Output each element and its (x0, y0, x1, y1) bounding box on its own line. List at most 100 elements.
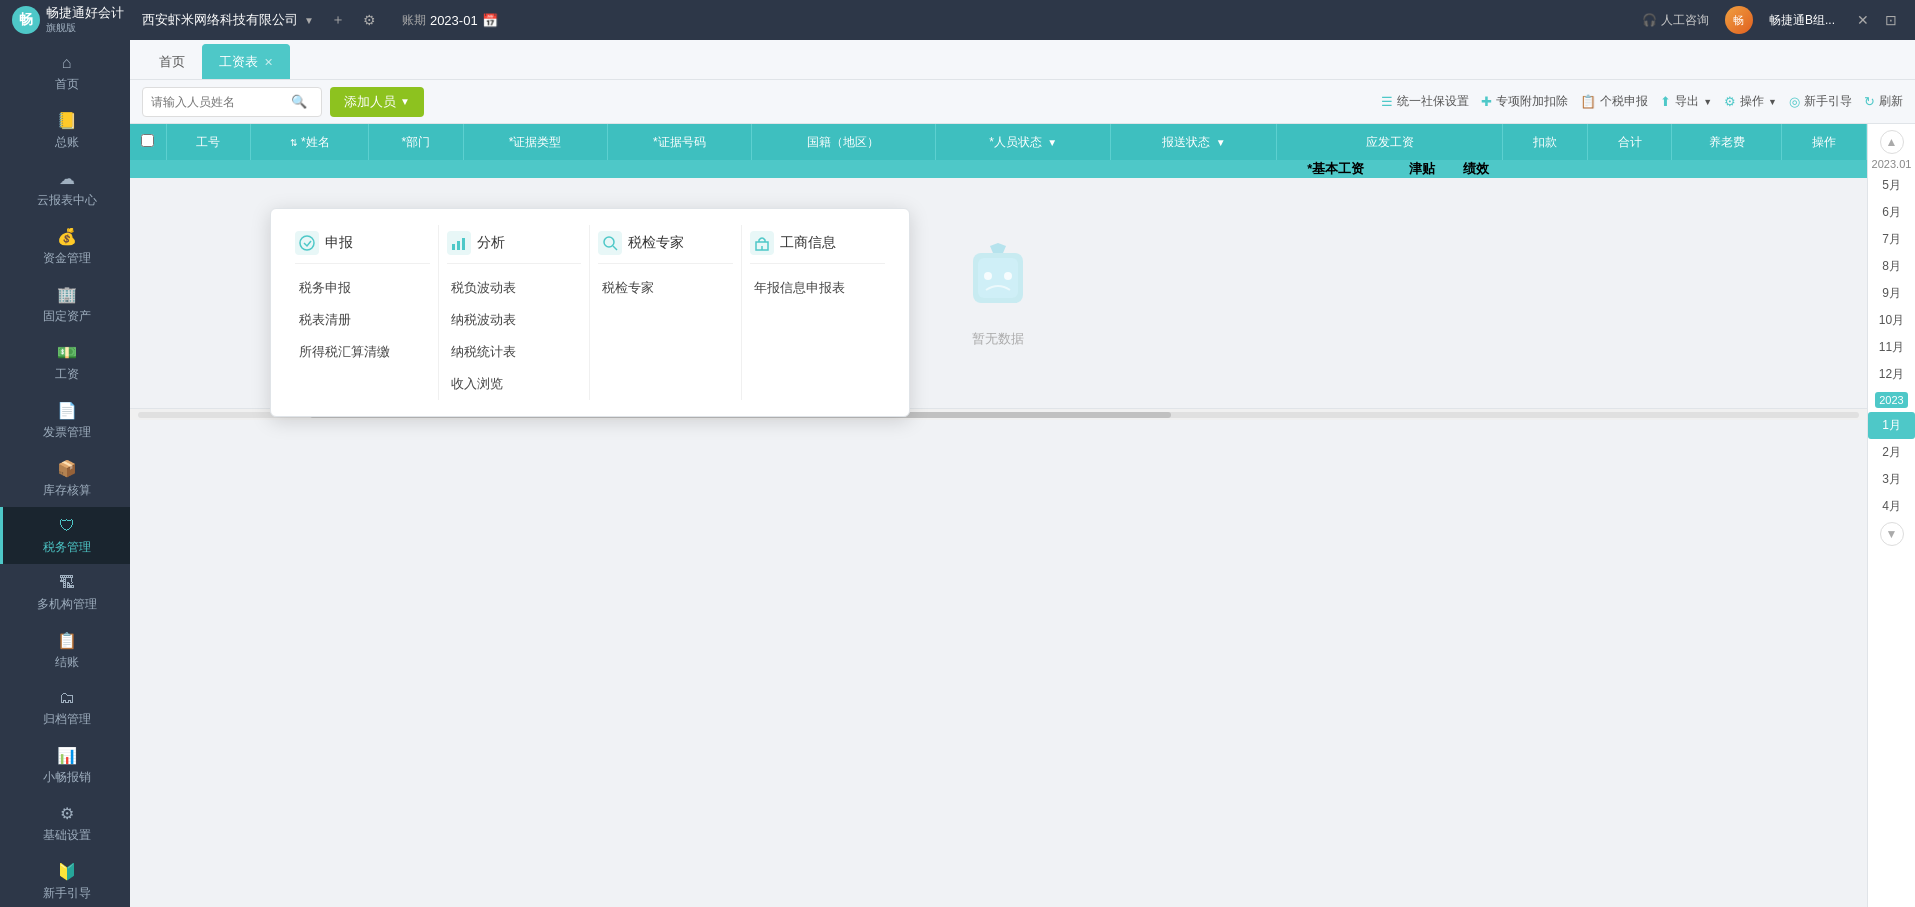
company-selector[interactable]: 西安虾米网络科技有限公司 ▼ (142, 11, 314, 29)
th-allowance: 津贴 (1395, 160, 1449, 178)
report-status-filter-icon[interactable]: ▼ (1216, 137, 1226, 148)
th-performance: 绩效 (1449, 160, 1503, 178)
guide-btn[interactable]: ◎ 新手引导 (1789, 93, 1852, 110)
add-person-button[interactable]: 添加人员 ▼ (330, 87, 424, 117)
guide-icon: 🔰 (57, 862, 77, 881)
empty-text: 暂无数据 (972, 330, 1024, 348)
th-pension: 养老费 (1672, 124, 1782, 160)
toolbar-actions: ☰ 统一社保设置 ✚ 专项附加扣除 📋 个税申报 ⬆ 导出 ▼ ⚙ (1381, 93, 1903, 110)
sidebar-label-assets: 固定资产 (43, 308, 91, 325)
sidebar-item-assets[interactable]: 🏢 固定资产 (0, 275, 130, 333)
timeline-down-icon[interactable]: ▼ (1880, 522, 1904, 546)
tax-return-btn[interactable]: 📋 个税申报 (1580, 93, 1648, 110)
declaration-header-label: 申报 (325, 234, 353, 252)
main-layout: ⌂ 首页 📒 总账 ☁ 云报表中心 💰 资金管理 🏢 固定资产 💵 工资 📄 发… (0, 40, 1915, 907)
th-person-status: *人员状态 ▼ (935, 124, 1111, 160)
timeline-up-icon[interactable]: ▲ (1880, 130, 1904, 154)
logo: 畅 畅捷通好会计 旗舰版 (12, 5, 142, 35)
dropdown-item-income-calc[interactable]: 所得税汇算清缴 (295, 336, 430, 368)
sidebar-item-guide[interactable]: 🔰 新手引导 (0, 852, 130, 907)
tab-close-icon[interactable]: ✕ (264, 56, 273, 69)
dropdown-col-tax-expert: 税检专家 税检专家 (590, 225, 742, 400)
app-name: 畅捷通好会计 (46, 5, 124, 21)
sidebar-item-tax[interactable]: 🛡 税务管理 (0, 507, 130, 564)
person-status-filter-icon[interactable]: ▼ (1047, 137, 1057, 148)
sidebar-item-close[interactable]: 📋 结账 (0, 621, 130, 679)
search-wrap: 🔍 (142, 87, 322, 117)
timeline-month-12[interactable]: 12月 (1868, 361, 1915, 388)
social-label: 统一社保设置 (1397, 93, 1469, 110)
search-input[interactable] (151, 95, 291, 109)
th-sub-spacer (130, 160, 1277, 178)
select-all-checkbox[interactable] (141, 134, 154, 147)
sidebar-item-ledger[interactable]: 📒 总账 (0, 101, 130, 159)
headset-icon: 🎧 (1642, 13, 1657, 27)
timeline-month-4[interactable]: 4月 (1868, 493, 1915, 520)
sidebar-item-xiao[interactable]: 📊 小畅报销 (0, 736, 130, 794)
social-settings-btn[interactable]: ☰ 统一社保设置 (1381, 93, 1469, 110)
sidebar-label-invoice: 发票管理 (43, 424, 91, 441)
sidebar-label-ledger: 总账 (55, 134, 79, 151)
service-btn[interactable]: 🎧 人工咨询 (1642, 12, 1709, 29)
maximize-window-icon[interactable]: ⊡ (1879, 10, 1903, 30)
timeline-month-5[interactable]: 5月 (1868, 172, 1915, 199)
period-value: 2023-01 (430, 13, 478, 28)
sidebar-item-payroll[interactable]: 💵 工资 (0, 333, 130, 391)
sidebar-item-cloud[interactable]: ☁ 云报表中心 (0, 159, 130, 217)
add-company-icon[interactable]: ＋ (326, 8, 350, 32)
calendar-icon[interactable]: 📅 (482, 13, 498, 28)
timeline-month-7[interactable]: 7月 (1868, 226, 1915, 253)
dropdown-header-declaration: 申报 (295, 225, 430, 264)
th-id-number: *证据号码 (607, 124, 751, 160)
timeline-month-6[interactable]: 6月 (1868, 199, 1915, 226)
sidebar-item-settings[interactable]: ⚙ 基础设置 (0, 794, 130, 852)
settings-icon[interactable]: ⚙ (358, 8, 382, 32)
timeline-year-2023-top: 2023.01 (1872, 156, 1912, 172)
sidebar-item-inventory[interactable]: 📦 库存核算 (0, 449, 130, 507)
operate-btn[interactable]: ⚙ 操作 ▼ (1724, 93, 1777, 110)
th-payable-wages: 应发工资 (1277, 124, 1503, 160)
sidebar-item-archive[interactable]: 🗂 归档管理 (0, 679, 130, 736)
period-label: 账期 (402, 12, 426, 29)
svg-rect-8 (462, 238, 465, 250)
close-window-icon[interactable]: ✕ (1851, 10, 1875, 30)
sidebar-item-home[interactable]: ⌂ 首页 (0, 44, 130, 101)
dropdown-item-tax-declaration[interactable]: 税务申报 (295, 272, 430, 304)
sidebar-item-multi[interactable]: 🏗 多机构管理 (0, 564, 130, 621)
timeline-month-9[interactable]: 9月 (1868, 280, 1915, 307)
dropdown-item-vat-wave[interactable]: 纳税波动表 (447, 304, 582, 336)
timeline-month-11[interactable]: 11月 (1868, 334, 1915, 361)
special-deduct-btn[interactable]: ✚ 专项附加扣除 (1481, 93, 1568, 110)
dropdown-item-tax-table[interactable]: 税表清册 (295, 304, 430, 336)
tab-payroll-label: 工资表 (219, 53, 258, 71)
user-avatar: 畅 (1725, 6, 1753, 34)
tab-home-label: 首页 (159, 53, 185, 71)
timeline-month-2[interactable]: 2月 (1868, 439, 1915, 466)
timeline-month-1[interactable]: 1月 (1868, 412, 1915, 439)
add-btn-arrow-icon: ▼ (400, 96, 410, 107)
refresh-btn[interactable]: ↻ 刷新 (1864, 93, 1903, 110)
business-header-icon (750, 231, 774, 255)
dropdown-item-income-browse[interactable]: 收入浏览 (447, 368, 582, 400)
xiao-icon: 📊 (57, 746, 77, 765)
timeline-month-3[interactable]: 3月 (1868, 466, 1915, 493)
user-name[interactable]: 畅捷通B组... (1769, 12, 1835, 29)
top-bar: 畅 畅捷通好会计 旗舰版 西安虾米网络科技有限公司 ▼ ＋ ⚙ 账期 2023-… (0, 0, 1915, 40)
dropdown-item-tax-burden[interactable]: 税负波动表 (447, 272, 582, 304)
tab-payroll-table[interactable]: 工资表 ✕ (202, 44, 290, 79)
dropdown-item-tax-check[interactable]: 税检专家 (598, 272, 733, 304)
svg-rect-6 (452, 244, 455, 250)
timeline-month-8[interactable]: 8月 (1868, 253, 1915, 280)
svg-rect-7 (457, 241, 460, 250)
tab-home[interactable]: 首页 (142, 44, 202, 79)
dropdown-item-annual-report[interactable]: 年报信息申报表 (750, 272, 886, 304)
sidebar-item-invoice[interactable]: 📄 发票管理 (0, 391, 130, 449)
sidebar-label-capital: 资金管理 (43, 250, 91, 267)
export-btn[interactable]: ⬆ 导出 ▼ (1660, 93, 1712, 110)
dropdown-item-tax-stats[interactable]: 纳税统计表 (447, 336, 582, 368)
th-id-type: *证据类型 (463, 124, 607, 160)
timeline-month-10[interactable]: 10月 (1868, 307, 1915, 334)
settings-sidebar-icon: ⚙ (60, 804, 74, 823)
sidebar-label-archive: 归档管理 (43, 711, 91, 728)
sidebar-item-capital[interactable]: 💰 资金管理 (0, 217, 130, 275)
